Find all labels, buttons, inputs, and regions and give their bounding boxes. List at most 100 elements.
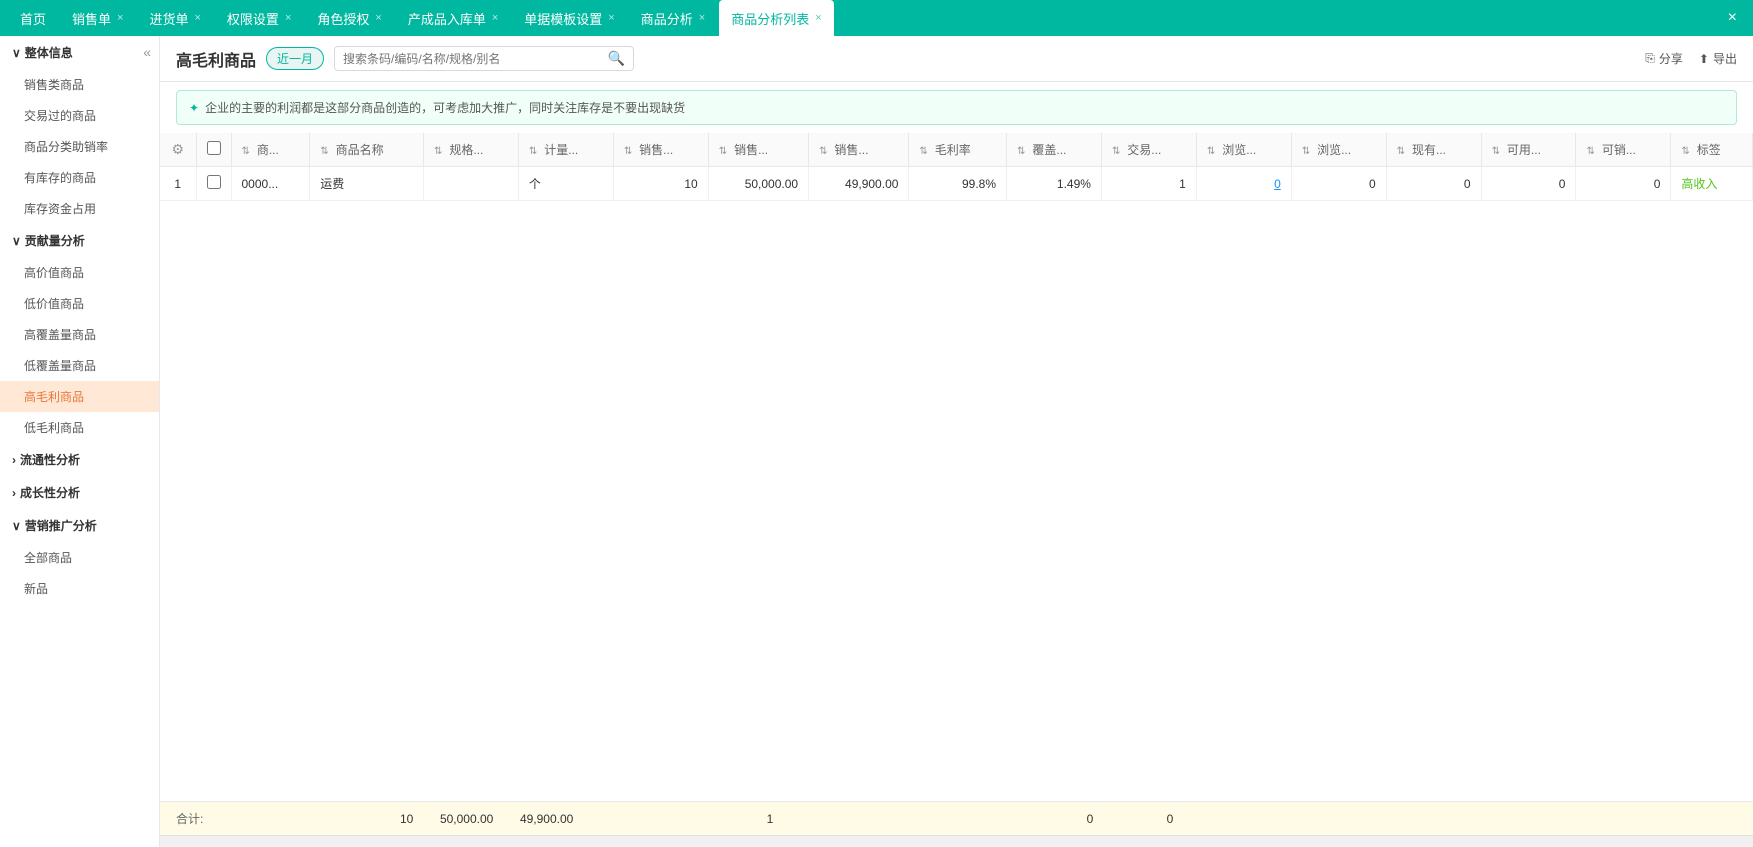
sidebar-group-marketing[interactable]: ∨ 营销推广分析 (0, 509, 159, 542)
sidebar-group-liquidity[interactable]: › 流通性分析 (0, 443, 159, 476)
nav-permission-settings[interactable]: 权限设置 × (215, 0, 303, 36)
sidebar-item-low-value[interactable]: 低价值商品 (0, 288, 159, 319)
row-transaction: 1 (1101, 167, 1196, 201)
tag-badge: 高收入 (1681, 177, 1717, 191)
row-browse2: 0 (1291, 167, 1386, 201)
sidebar-item-stock-capital[interactable]: 库存资金占用 (0, 193, 159, 224)
sort-icon: ⇅ (434, 146, 444, 157)
sidebar-item-sales-goods[interactable]: 销售类商品 (0, 69, 159, 100)
col-available[interactable]: ⇅ 可用... (1481, 133, 1576, 167)
sidebar-item-low-margin[interactable]: 低毛利商品 (0, 412, 159, 443)
row-select-checkbox[interactable] (207, 175, 221, 189)
close-icon[interactable]: × (285, 12, 291, 24)
search-box[interactable]: 🔍 (334, 46, 634, 71)
sidebar-item-category-sales-rate[interactable]: 商品分类助销率 (0, 131, 159, 162)
close-icon[interactable]: × (194, 12, 200, 24)
row-sales-cost: 49,900.00 (809, 167, 909, 201)
table-footer: 合计: 10 50,000.00 49,900.00 1 0 0 (160, 801, 1753, 835)
page-title: 高毛利商品 (176, 47, 256, 71)
nav-finished-goods[interactable]: 产成品入库单 × (396, 0, 510, 36)
footer-spacer1 (583, 812, 703, 826)
select-all-checkbox[interactable] (207, 141, 221, 155)
close-icon[interactable]: × (375, 12, 381, 24)
col-tag[interactable]: ⇅ 标签 (1671, 133, 1753, 167)
col-code[interactable]: ⇅ 商... (231, 133, 310, 167)
sidebar-item-high-coverage[interactable]: 高覆盖量商品 (0, 319, 159, 350)
export-icon: ⬆ (1699, 52, 1709, 66)
sidebar-collapse-button[interactable]: « (143, 44, 151, 60)
sidebar-item-high-value[interactable]: 高价值商品 (0, 257, 159, 288)
sidebar-group-growth[interactable]: › 成长性分析 (0, 476, 159, 509)
sidebar-item-new-goods[interactable]: 新品 (0, 573, 159, 604)
row-current-stock: 0 (1386, 167, 1481, 201)
nav-sales-order[interactable]: 销售单 × (60, 0, 135, 36)
search-icon[interactable]: 🔍 (608, 50, 625, 67)
col-sellable[interactable]: ⇅ 可销... (1576, 133, 1671, 167)
nav-role-auth[interactable]: 角色授权 × (305, 0, 393, 36)
chevron-down-icon: ∨ (12, 519, 21, 533)
sidebar-group-overall[interactable]: ∨ 整体信息 (0, 36, 159, 69)
sort-icon: ⇅ (719, 146, 729, 157)
sidebar-item-low-coverage[interactable]: 低覆盖量商品 (0, 350, 159, 381)
sort-icon: ⇅ (1681, 146, 1691, 157)
row-code: 0000... (231, 167, 310, 201)
footer-sales-cost: 49,900.00 (503, 812, 583, 826)
nav-purchase-order[interactable]: 进货单 × (137, 0, 212, 36)
row-spec (424, 167, 519, 201)
sort-icon: ⇅ (529, 146, 539, 157)
close-all-button[interactable]: × (1720, 9, 1745, 27)
col-sales-amount[interactable]: ⇅ 销售... (708, 133, 808, 167)
col-checkbox[interactable] (196, 133, 231, 167)
col-gear[interactable]: ⚙ (160, 133, 196, 167)
search-input[interactable] (343, 52, 604, 66)
nav-product-analysis-list[interactable]: 商品分析列表 × (719, 0, 833, 36)
sidebar-item-traded-goods[interactable]: 交易过的商品 (0, 100, 159, 131)
col-current-stock[interactable]: ⇅ 现有... (1386, 133, 1481, 167)
col-name[interactable]: ⇅ 商品名称 (310, 133, 424, 167)
horizontal-scrollbar[interactable] (160, 835, 1753, 847)
row-tag: 高收入 (1671, 167, 1753, 201)
row-sellable: 0 (1576, 167, 1671, 201)
footer-spacer3 (903, 812, 1023, 826)
info-icon: ✦ (189, 101, 199, 115)
table-wrapper[interactable]: ⚙ ⇅ 商... ⇅ 商品名称 (160, 133, 1753, 801)
table-row: 1 0000... 运费 个 10 50,000.00 49,900.00 99… (160, 167, 1753, 201)
footer-transaction: 1 (703, 812, 783, 826)
nav-template-settings[interactable]: 单据模板设置 × (512, 0, 626, 36)
row-available: 0 (1481, 167, 1576, 201)
col-sales-qty[interactable]: ⇅ 销售... (613, 133, 708, 167)
sidebar-item-high-margin[interactable]: 高毛利商品 (0, 381, 159, 412)
main-layout: « ∨ 整体信息 销售类商品 交易过的商品 商品分类助销率 有库存的商品 库存资… (0, 36, 1753, 847)
close-icon[interactable]: × (117, 12, 123, 24)
share-button[interactable]: ⎘ 分享 (1645, 50, 1683, 67)
sidebar-item-all-goods[interactable]: 全部商品 (0, 542, 159, 573)
close-icon[interactable]: × (608, 12, 614, 24)
close-icon[interactable]: × (699, 12, 705, 24)
export-button[interactable]: ⬆ 导出 (1699, 50, 1737, 67)
row-gross-margin: 99.8% (909, 167, 1007, 201)
col-spec[interactable]: ⇅ 规格... (424, 133, 519, 167)
col-browse2[interactable]: ⇅ 浏览... (1291, 133, 1386, 167)
footer-available: 0 (1103, 812, 1183, 826)
close-icon[interactable]: × (492, 12, 498, 24)
period-button[interactable]: 近一月 (266, 47, 324, 70)
col-sales-cost[interactable]: ⇅ 销售... (809, 133, 909, 167)
sort-icon: ⇅ (1207, 146, 1217, 157)
sidebar-item-in-stock-goods[interactable]: 有库存的商品 (0, 162, 159, 193)
row-browse1[interactable]: 0 (1196, 167, 1291, 201)
col-browse1[interactable]: ⇅ 浏览... (1196, 133, 1291, 167)
close-icon[interactable]: × (815, 12, 821, 24)
col-gross-margin[interactable]: ⇅ 毛利率 (909, 133, 1007, 167)
gear-icon[interactable]: ⚙ (171, 141, 184, 157)
nav-product-analysis[interactable]: 商品分析 × (629, 0, 717, 36)
nav-home[interactable]: 首页 (8, 0, 58, 36)
footer-label: 合计: (176, 810, 203, 827)
col-coverage[interactable]: ⇅ 覆盖... (1007, 133, 1102, 167)
row-checkbox[interactable] (196, 167, 231, 201)
col-unit[interactable]: ⇅ 计量... (518, 133, 613, 167)
sort-icon: ⇅ (819, 146, 829, 157)
chevron-right-icon: › (12, 453, 16, 467)
footer-values: 10 50,000.00 49,900.00 1 0 0 (223, 812, 1737, 826)
sidebar-group-contribution[interactable]: ∨ 贡献量分析 (0, 224, 159, 257)
col-transaction[interactable]: ⇅ 交易... (1101, 133, 1196, 167)
